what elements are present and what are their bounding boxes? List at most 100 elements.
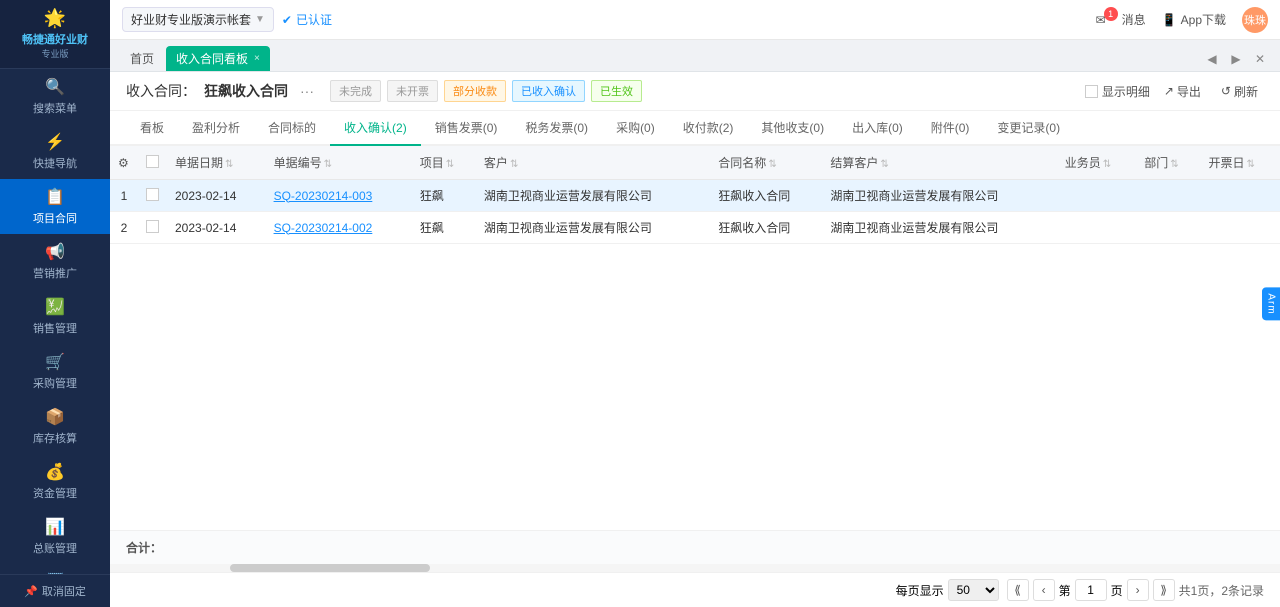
download-icon: 📱	[1162, 13, 1177, 27]
row-project-1: 狂飙	[412, 212, 476, 244]
sidebar-item-6[interactable]: 📦库存核算	[0, 399, 110, 454]
app-download-button[interactable]: 📱 App下载	[1162, 11, 1226, 28]
subtab-0[interactable]: 看板	[126, 111, 178, 146]
topbar-right: ✉ 1 消息 📱 App下载 珠珠	[1096, 7, 1268, 33]
per-page-label: 每页显示	[896, 582, 944, 599]
row-no-0[interactable]: SQ-20230214-003	[266, 180, 412, 212]
subtab-5[interactable]: 税务发票(0)	[511, 111, 602, 146]
row-link-1[interactable]: SQ-20230214-002	[274, 221, 373, 235]
scrollbar-thumb[interactable]	[230, 564, 430, 572]
status-tag-4[interactable]: 已生效	[591, 80, 642, 102]
col-customer: 客户⇅	[476, 146, 710, 180]
message-button[interactable]: ✉ 1 消息	[1096, 11, 1146, 28]
table-row-1[interactable]: 2 2023-02-14 SQ-20230214-002 狂飙 湖南卫视商业运营…	[110, 212, 1280, 244]
sidebar-item-0[interactable]: 🔍 搜索菜单	[0, 69, 110, 124]
horizontal-scrollbar[interactable]	[110, 564, 1280, 572]
subtab-2[interactable]: 合同标的	[254, 111, 330, 146]
subtab-4[interactable]: 销售发票(0)	[421, 111, 512, 146]
nav-forward-button[interactable]: ▶	[1228, 51, 1244, 67]
subtabs: 看板盈利分析合同标的收入确认(2)销售发票(0)税务发票(0)采购(0)收付款(…	[110, 111, 1280, 146]
refresh-button[interactable]: ↺ 刷新	[1215, 81, 1264, 102]
tab-contract-board[interactable]: 收入合同看板 ×	[166, 46, 270, 71]
row-customer-1: 湖南卫视商业运营发展有限公司	[476, 212, 710, 244]
sort-customer-icon[interactable]: ⇅	[510, 159, 518, 170]
nav-back-button[interactable]: ◀	[1204, 51, 1220, 67]
sort-date-icon[interactable]: ⇅	[225, 159, 233, 170]
row-no-1[interactable]: SQ-20230214-002	[266, 212, 412, 244]
sort-dept-icon[interactable]: ⇅	[1170, 159, 1178, 170]
content-area: 收入合同： 狂飙收入合同 ··· 未完成未开票部分收款已收入确认已生效 显示明细…	[110, 72, 1280, 607]
refresh-icon: ↺	[1221, 84, 1231, 98]
sidebar-label-7: 资金管理	[33, 485, 77, 501]
col-checkbox[interactable]	[138, 146, 167, 180]
sort-project-icon[interactable]: ⇅	[446, 159, 454, 170]
sidebar-item-3[interactable]: 📢营销推广	[0, 234, 110, 289]
show-detail-checkbox[interactable]	[1085, 85, 1098, 98]
sort-no-icon[interactable]: ⇅	[324, 159, 332, 170]
row-link-0[interactable]: SQ-20230214-003	[274, 189, 373, 203]
row-check-0[interactable]	[138, 180, 167, 212]
status-tag-3[interactable]: 已收入确认	[512, 80, 585, 102]
row-checkbox-0[interactable]	[146, 188, 159, 201]
sidebar-item-1[interactable]: ⚡快捷导航	[0, 124, 110, 179]
status-tag-0[interactable]: 未完成	[330, 80, 381, 102]
tab-home[interactable]: 首页	[122, 46, 162, 71]
sidebar-icon-0: 🔍	[45, 77, 65, 97]
row-num-0: 1	[110, 180, 138, 212]
col-open-date: 开票日⇅	[1200, 146, 1280, 180]
subtab-8[interactable]: 其他收支(0)	[747, 111, 838, 146]
status-tag-1[interactable]: 未开票	[387, 80, 438, 102]
sidebar-item-9[interactable]: 🧾发票管理	[0, 564, 110, 574]
sort-settle-icon[interactable]: ⇅	[880, 159, 888, 170]
row-salesperson-1	[1057, 212, 1136, 244]
sort-open-date-icon[interactable]: ⇅	[1246, 159, 1254, 170]
right-action-panel[interactable]: Arm	[1262, 287, 1280, 320]
contract-menu-button[interactable]: ···	[300, 83, 314, 99]
sidebar-item-4[interactable]: 💹销售管理	[0, 289, 110, 344]
company-selector[interactable]: 好业财专业版演示帐套 ▼	[122, 7, 274, 32]
select-all-checkbox[interactable]	[146, 155, 159, 168]
page-input[interactable]	[1075, 579, 1107, 601]
sidebar-item-5[interactable]: 🛒采购管理	[0, 344, 110, 399]
subtab-7[interactable]: 收付款(2)	[669, 111, 748, 146]
sort-salesperson-icon[interactable]: ⇅	[1103, 159, 1111, 170]
row-project-0: 狂飙	[412, 180, 476, 212]
sidebar-item-2[interactable]: 📋项目合同	[0, 179, 110, 234]
col-settings[interactable]: ⚙	[110, 146, 138, 180]
sort-contract-icon[interactable]: ⇅	[768, 159, 776, 170]
subtab-6[interactable]: 采购(0)	[602, 111, 669, 146]
sidebar-item-7[interactable]: 💰资金管理	[0, 454, 110, 509]
first-page-button[interactable]: ⟪	[1007, 579, 1029, 601]
row-check-1[interactable]	[138, 212, 167, 244]
table-row-0[interactable]: 1 2023-02-14 SQ-20230214-003 狂飙 湖南卫视商业运营…	[110, 180, 1280, 212]
sidebar-label-0: 搜索菜单	[33, 100, 77, 116]
tab-close-button[interactable]: ×	[254, 53, 260, 64]
row-settle-1: 湖南卫视商业运营发展有限公司	[822, 212, 1056, 244]
prev-page-button[interactable]: ‹	[1033, 579, 1055, 601]
status-tags: 未完成未开票部分收款已收入确认已生效	[330, 80, 642, 102]
sidebar-pin-button[interactable]: 📌 取消固定	[0, 575, 110, 607]
show-detail-toggle[interactable]: 显示明细	[1085, 83, 1150, 100]
col-dept-label: 部门	[1144, 156, 1168, 170]
contract-name: 狂飙收入合同	[204, 81, 288, 101]
subtab-9[interactable]: 出入库(0)	[838, 111, 917, 146]
row-checkbox-1[interactable]	[146, 220, 159, 233]
last-page-button[interactable]: ⟫	[1153, 579, 1175, 601]
table-area[interactable]: ⚙ 单据日期⇅ 单据编号⇅ 项目⇅ 客户⇅ 合同名称⇅ 结算客户⇅ 业务员⇅ 部…	[110, 146, 1280, 530]
status-tag-2[interactable]: 部分收款	[444, 80, 506, 102]
sidebar-item-8[interactable]: 📊总账管理	[0, 509, 110, 564]
user-avatar[interactable]: 珠珠	[1242, 7, 1268, 33]
col-customer-label: 客户	[484, 156, 508, 170]
sidebar-icon-6: 📦	[45, 407, 65, 427]
per-page-select[interactable]: 50 100 200	[948, 579, 999, 601]
subtab-1[interactable]: 盈利分析	[178, 111, 254, 146]
subtab-3[interactable]: 收入确认(2)	[330, 111, 421, 146]
sidebar-icon-5: 🛒	[45, 352, 65, 372]
next-page-button[interactable]: ›	[1127, 579, 1149, 601]
subtab-10[interactable]: 附件(0)	[917, 111, 984, 146]
pin-icon: 📌	[24, 585, 38, 598]
subtab-11[interactable]: 变更记录(0)	[983, 111, 1074, 146]
app-download-label: App下载	[1181, 11, 1226, 28]
close-window-button[interactable]: ✕	[1252, 51, 1268, 67]
export-button[interactable]: ↗ 导出	[1158, 81, 1207, 102]
